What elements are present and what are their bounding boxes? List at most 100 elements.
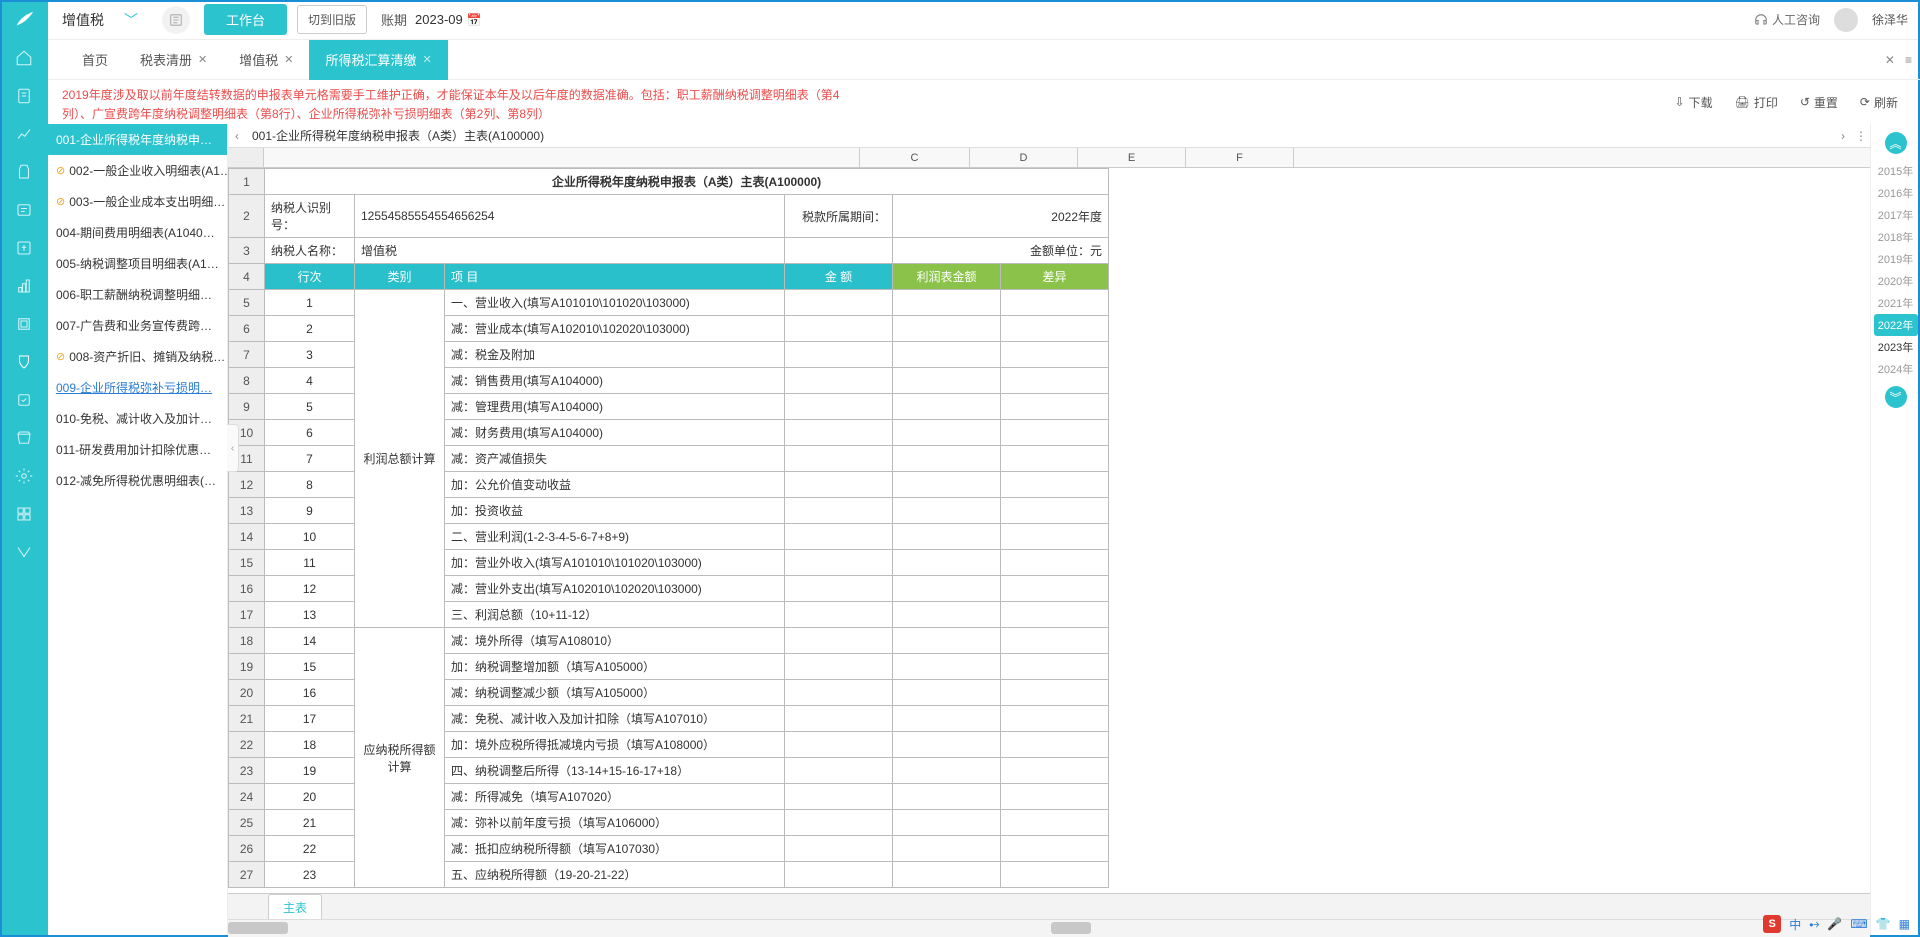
- collapse-panel-handle[interactable]: ‹: [227, 424, 239, 472]
- form-list-item[interactable]: 005-纳税调整项目明细表(A1…: [48, 248, 227, 279]
- tabs-bar: 首页税表清册✕增值税✕所得税汇算清缴✕ ✕ ≡: [48, 40, 1920, 80]
- settings-icon[interactable]: [14, 466, 34, 486]
- sheet-tab-main[interactable]: 主表: [268, 894, 322, 920]
- voucher-icon[interactable]: [14, 200, 34, 220]
- history-button[interactable]: [162, 6, 190, 34]
- ime-toolbox-icon[interactable]: ▦: [1899, 917, 1910, 931]
- form-list-item[interactable]: 007-广告费和业务宣传费跨…: [48, 310, 227, 341]
- form-list-item[interactable]: 001-企业所得税年度纳税申…: [48, 124, 227, 155]
- closing-icon[interactable]: [14, 390, 34, 410]
- col-header-e[interactable]: E: [1078, 148, 1186, 167]
- sheet-menu-icon[interactable]: ⋮: [1852, 129, 1870, 143]
- tab-2[interactable]: 增值税✕: [223, 40, 309, 80]
- spreadsheet-area: ‹ ‹ 001-企业所得税年度纳税申报表（A类）主表(A100000) › ⋮ …: [228, 124, 1870, 937]
- archive-icon[interactable]: [14, 428, 34, 448]
- funds-icon[interactable]: [14, 162, 34, 182]
- close-icon[interactable]: ✕: [423, 53, 432, 66]
- form-list-item[interactable]: 006-职工薪酬纳税调整明细…: [48, 279, 227, 310]
- notice-row: 2019年度涉及取以前年度结转数据的申报表单元格需要手工维护正确，才能保证本年及…: [48, 80, 1920, 124]
- tax-icon[interactable]: [14, 352, 34, 372]
- chevron-down-icon[interactable]: ﹀: [118, 10, 144, 30]
- tab-1[interactable]: 税表清册✕: [124, 40, 223, 80]
- taxpayer-id-value[interactable]: 12554585554554656254: [355, 195, 785, 238]
- form-list-item[interactable]: 011-研发费用加计扣除优惠…: [48, 434, 227, 465]
- more-tabs-icon[interactable]: ≡: [1905, 53, 1912, 67]
- ime-keyboard-icon[interactable]: ⌨: [1850, 917, 1867, 931]
- year-down-icon[interactable]: ︾: [1885, 386, 1907, 408]
- ledger-icon[interactable]: [14, 86, 34, 106]
- year-chip[interactable]: 2017年: [1874, 204, 1918, 226]
- year-chip[interactable]: 2023年: [1874, 336, 1918, 358]
- warning-icon: ⊘: [56, 164, 65, 177]
- ime-logo-icon[interactable]: S: [1763, 915, 1781, 933]
- top-bar: 增值税 ﹀ 工作台 切到旧版 账期 2023-09 📅 人工咨询 徐泽华: [0, 0, 1920, 40]
- col-header-d[interactable]: D: [970, 148, 1078, 167]
- prev-sheet-icon[interactable]: ‹: [228, 129, 246, 143]
- period-value[interactable]: 2023-09: [415, 12, 463, 27]
- assets-icon[interactable]: [14, 276, 34, 296]
- report-title: 企业所得税年度纳税申报表（A类）主表(A100000): [265, 169, 1109, 195]
- vip-icon[interactable]: [14, 542, 34, 562]
- year-chip[interactable]: 2024年: [1874, 358, 1918, 380]
- warning-icon: ⊘: [56, 350, 65, 363]
- form-list-item[interactable]: ⊘003-一般企业成本支出明细…: [48, 186, 227, 217]
- print-button[interactable]: 🖨 打印: [1735, 86, 1778, 118]
- tab-0[interactable]: 首页: [66, 40, 124, 80]
- form-list-panel: 001-企业所得税年度纳税申…⊘002-一般企业收入明细表(A1…⊘003-一般…: [48, 124, 228, 937]
- support-label: 人工咨询: [1772, 11, 1820, 28]
- year-chip[interactable]: 2016年: [1874, 182, 1918, 204]
- tax-period-value[interactable]: 2022年度: [893, 195, 1109, 238]
- year-chip[interactable]: 2021年: [1874, 292, 1918, 314]
- form-list-item[interactable]: 012-减免所得税优惠明细表(…: [48, 465, 227, 496]
- horizontal-scrollbar[interactable]: [228, 919, 1870, 937]
- download-button[interactable]: ⇩ 下载: [1675, 86, 1713, 118]
- inventory-icon[interactable]: [14, 314, 34, 334]
- period-label: 账期: [381, 10, 407, 29]
- report-icon[interactable]: [14, 124, 34, 144]
- year-chip[interactable]: 2020年: [1874, 270, 1918, 292]
- sheet-table[interactable]: 1企业所得税年度纳税申报表（A类）主表(A100000) 2 纳税人识别号： 1…: [228, 168, 1109, 888]
- home-icon[interactable]: [14, 48, 34, 68]
- year-chip[interactable]: 2022年: [1874, 314, 1918, 336]
- close-icon[interactable]: ✕: [284, 53, 293, 66]
- year-chip[interactable]: 2019年: [1874, 248, 1918, 270]
- salary-icon[interactable]: [14, 238, 34, 258]
- calendar-icon[interactable]: 📅: [467, 13, 482, 27]
- form-list-item[interactable]: 010-免税、减计收入及加计…: [48, 403, 227, 434]
- column-headers: C D E F: [228, 148, 1870, 168]
- next-sheet-icon[interactable]: ›: [1834, 129, 1852, 143]
- side-nav: [0, 40, 48, 937]
- support-button[interactable]: 人工咨询: [1754, 11, 1820, 28]
- year-rail: ︽ 2015年2016年2017年2018年2019年2020年2021年202…: [1870, 124, 1920, 937]
- warning-notice: 2019年度涉及取以前年度结转数据的申报表单元格需要手工维护正确，才能保证本年及…: [48, 80, 868, 124]
- close-icon[interactable]: ✕: [198, 53, 207, 66]
- taxpayer-name-value[interactable]: 增值税: [355, 238, 785, 264]
- form-list-item[interactable]: ⊘002-一般企业收入明细表(A1…: [48, 155, 227, 186]
- avatar[interactable]: [1834, 8, 1858, 32]
- reset-button[interactable]: ↺ 重置: [1800, 86, 1838, 118]
- ime-skin-icon[interactable]: 👕: [1876, 917, 1891, 931]
- sheet-title-tab[interactable]: 001-企业所得税年度纳税申报表（A类）主表(A100000): [246, 127, 550, 144]
- col-header-c[interactable]: C: [860, 148, 970, 167]
- year-chip[interactable]: 2015年: [1874, 160, 1918, 182]
- ime-lang[interactable]: 中: [1789, 916, 1801, 933]
- refresh-button[interactable]: ⟳ 刷新: [1860, 86, 1898, 118]
- username[interactable]: 徐泽华: [1872, 11, 1908, 28]
- year-chip[interactable]: 2018年: [1874, 226, 1918, 248]
- year-up-icon[interactable]: ︽: [1885, 132, 1907, 154]
- logo-icon[interactable]: [0, 0, 48, 40]
- apps-icon[interactable]: [14, 504, 34, 524]
- warning-icon: ⊘: [56, 195, 65, 208]
- tab-3[interactable]: 所得税汇算清缴✕: [309, 40, 447, 80]
- ime-voice-icon[interactable]: 🎤: [1827, 917, 1842, 931]
- form-list-item[interactable]: 009-企业所得税弥补亏损明…: [48, 372, 227, 403]
- company-selector[interactable]: 增值税: [48, 10, 118, 30]
- ime-punct-icon[interactable]: •￫: [1809, 916, 1819, 933]
- col-header-f[interactable]: F: [1186, 148, 1294, 167]
- close-all-icon[interactable]: ✕: [1885, 53, 1895, 67]
- form-list-item[interactable]: ⊘008-资产折旧、摊销及纳税…: [48, 341, 227, 372]
- switch-old-button[interactable]: 切到旧版: [297, 5, 367, 34]
- form-list-item[interactable]: 004-期间费用明细表(A1040…: [48, 217, 227, 248]
- workbench-button[interactable]: 工作台: [204, 4, 287, 35]
- ime-toolbar[interactable]: S 中 •￫ 🎤 ⌨ 👕 ▦: [1763, 915, 1910, 933]
